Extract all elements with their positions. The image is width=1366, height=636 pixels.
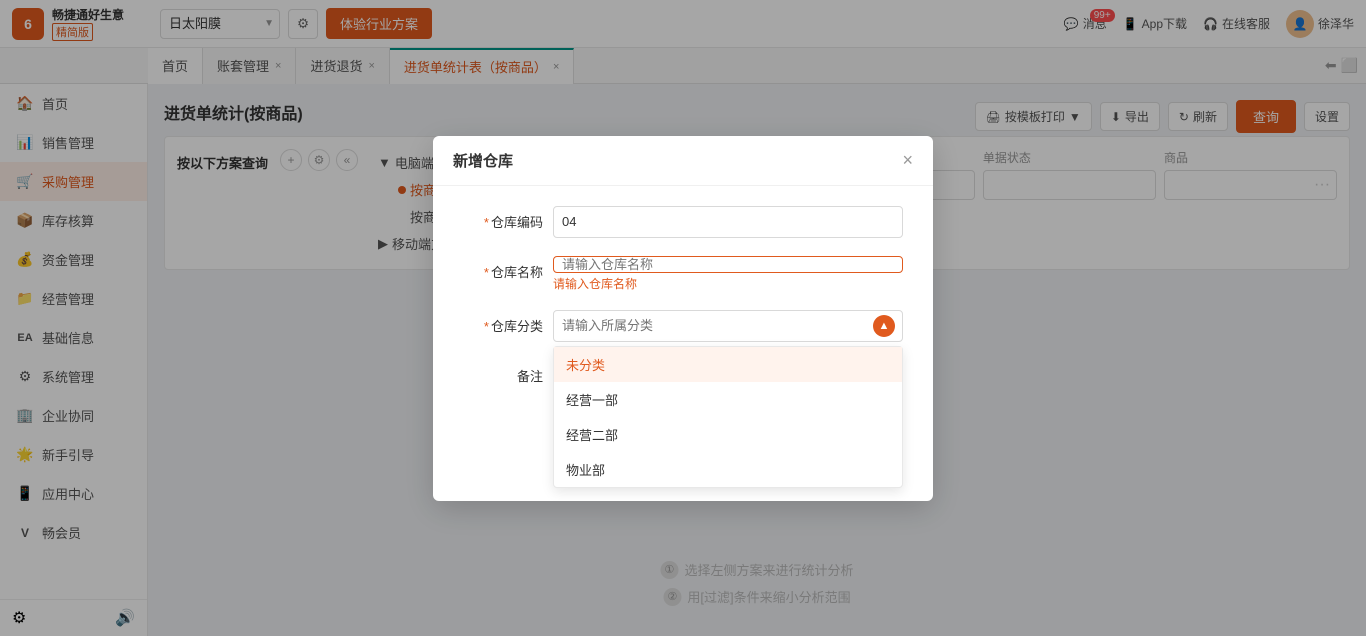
add-warehouse-modal: 新增仓库 × *仓库编码 *仓库名称 请输入仓库名称 (433, 136, 933, 501)
modal-body: *仓库编码 *仓库名称 请输入仓库名称 *仓库分类 (433, 186, 933, 448)
code-input[interactable] (553, 206, 903, 238)
note-label: 备注 (463, 360, 543, 385)
name-label: *仓库名称 (463, 256, 543, 281)
form-row-category: *仓库分类 ▲ 未分类 经营一部 经营二部 物业部 (463, 310, 903, 342)
category-dropdown: 未分类 经营一部 经营二部 物业部 (553, 346, 903, 488)
name-input-wrap: 请输入仓库名称 (553, 256, 903, 292)
name-error-msg: 请输入仓库名称 (553, 275, 903, 292)
category-input[interactable] (553, 310, 903, 342)
dropdown-item-dept2[interactable]: 经营二部 (554, 417, 902, 452)
dropdown-item-dept1[interactable]: 经营一部 (554, 382, 902, 417)
modal-title: 新增仓库 (453, 150, 513, 171)
form-row-code: *仓库编码 (463, 206, 903, 238)
name-input[interactable] (553, 256, 903, 273)
category-select-wrap: ▲ 未分类 经营一部 经营二部 物业部 (553, 310, 903, 342)
modal-overlay[interactable]: 新增仓库 × *仓库编码 *仓库名称 请输入仓库名称 (0, 0, 1366, 636)
modal-close-button[interactable]: × (902, 151, 913, 169)
code-label: *仓库编码 (463, 206, 543, 231)
modal-header: 新增仓库 × (433, 136, 933, 186)
dropdown-item-dept3[interactable]: 物业部 (554, 452, 902, 487)
form-row-name: *仓库名称 请输入仓库名称 (463, 256, 903, 292)
category-chevron-icon[interactable]: ▲ (873, 315, 895, 337)
category-label: *仓库分类 (463, 310, 543, 335)
dropdown-item-uncategorized[interactable]: 未分类 (554, 347, 902, 382)
